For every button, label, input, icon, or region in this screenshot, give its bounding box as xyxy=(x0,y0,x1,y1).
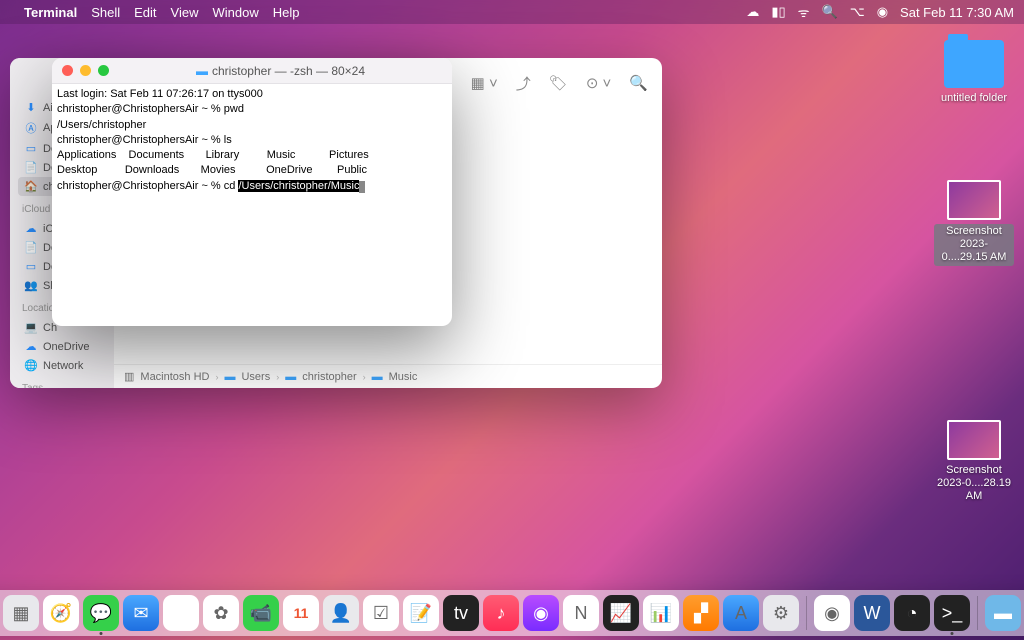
dock-app-reminders[interactable]: ☑ xyxy=(363,595,399,631)
terminal-line: Applications Documents Library Music Pic… xyxy=(57,149,369,161)
dock-app-folder[interactable]: ▬ xyxy=(985,595,1021,631)
desktop-screenshot-1-label: Screenshot 2023-0....29.15 AM xyxy=(934,224,1014,266)
onedrive-status-icon[interactable]: ☁ xyxy=(746,4,759,20)
menu-edit[interactable]: Edit xyxy=(134,5,156,20)
dock-app-photos[interactable]: ✿ xyxy=(203,595,239,631)
dock-app-terminal[interactable]: >_ xyxy=(934,595,970,631)
view-mode-icon[interactable]: ▦ ˅ xyxy=(471,74,498,92)
dock-app-appstore[interactable]: A xyxy=(723,595,759,631)
dock-app-news[interactable]: N xyxy=(563,595,599,631)
folder-icon xyxy=(944,40,1004,88)
dock-app-steam[interactable]: ◔ xyxy=(894,595,930,631)
terminal-prompt: christopher@ChristophersAir ~ % cd xyxy=(57,180,238,192)
dock-app-facetime[interactable]: 📹 xyxy=(243,595,279,631)
menu-bar: Terminal Shell Edit View Window Help ☁ ▮… xyxy=(0,0,1024,24)
menu-view[interactable]: View xyxy=(171,5,199,20)
minimize-button[interactable] xyxy=(80,65,91,76)
dock-app-safari[interactable]: 🧭 xyxy=(43,595,79,631)
dock-app-launchpad[interactable]: ▦ xyxy=(3,595,39,631)
terminal-line: christopher@ChristophersAir ~ % pwd xyxy=(57,103,244,115)
dock-app-mail[interactable]: ✉ xyxy=(123,595,159,631)
wifi-icon[interactable]: ᯤ xyxy=(798,3,810,21)
menu-help[interactable]: Help xyxy=(273,5,300,20)
close-button[interactable] xyxy=(62,65,73,76)
desktop-screenshot-2-label: Screenshot 2023-0....28.19 AM xyxy=(934,464,1014,504)
dock-app-word[interactable]: W xyxy=(854,595,890,631)
control-center-icon[interactable]: ⌥ xyxy=(850,4,865,20)
finder-pathbar: ▥ Macintosh HD › ▬ Users › ▬ christopher… xyxy=(114,364,662,388)
chevron-right-icon: › xyxy=(276,372,279,382)
dock-app-messages[interactable]: 💬 xyxy=(83,595,119,631)
chevron-right-icon: › xyxy=(215,372,218,382)
dock: ☺▦🧭💬✉🗺✿📹11👤☑📝tv♪◉N📈📊▞A⚙◉W◔>_▬🗑 xyxy=(0,590,1024,636)
sidebar-section-tags: Tags xyxy=(22,383,106,388)
actions-icon[interactable]: ⊙ ˅ xyxy=(586,74,612,92)
terminal-line: christopher@ChristophersAir ~ % ls xyxy=(57,134,232,146)
path-segment[interactable]: christopher xyxy=(302,371,356,383)
terminal-body[interactable]: Last login: Sat Feb 11 07:26:17 on ttys0… xyxy=(52,84,452,326)
folder-icon: ▬ xyxy=(196,64,208,78)
path-segment[interactable]: Music xyxy=(389,371,418,383)
terminal-line: Desktop Downloads Movies OneDrive Public xyxy=(57,164,367,176)
desktop-folder-label: untitled folder xyxy=(934,92,1014,105)
share-icon[interactable]: ⤴ xyxy=(516,73,531,94)
dock-app-tv[interactable]: tv xyxy=(443,595,479,631)
menu-window[interactable]: Window xyxy=(213,5,259,20)
path-segment[interactable]: Macintosh HD xyxy=(140,371,209,383)
screenshot-thumb-icon xyxy=(947,420,1001,460)
terminal-line: /Users/christopher xyxy=(57,119,146,131)
desktop-screenshot-1[interactable]: Screenshot 2023-0....29.15 AM xyxy=(934,180,1014,266)
terminal-title: ▬ christopher — -zsh — 80×24 xyxy=(119,64,442,78)
folder-icon: ▬ xyxy=(372,371,383,383)
path-segment[interactable]: Users xyxy=(241,371,270,383)
dock-app-keynote[interactable]: ▞ xyxy=(683,595,719,631)
menu-clock[interactable]: Sat Feb 11 7:30 AM xyxy=(900,5,1014,20)
dock-app-chrome[interactable]: ◉ xyxy=(814,595,850,631)
sidebar-item[interactable]: 🌐Network xyxy=(18,356,106,375)
menu-shell[interactable]: Shell xyxy=(91,5,120,20)
screenshot-thumb-icon xyxy=(947,180,1001,220)
terminal-cursor xyxy=(359,181,365,193)
siri-icon[interactable]: ◉ xyxy=(877,4,888,20)
app-menu[interactable]: Terminal xyxy=(24,5,77,20)
terminal-line: Last login: Sat Feb 11 07:26:17 on ttys0… xyxy=(57,88,263,100)
desktop-folder[interactable]: untitled folder xyxy=(934,40,1014,105)
sidebar-item[interactable]: ☁OneDrive xyxy=(18,337,106,356)
folder-icon: ▬ xyxy=(285,371,296,383)
search-icon[interactable]: 🔍 xyxy=(629,74,648,92)
desktop-screenshot-2[interactable]: Screenshot 2023-0....28.19 AM xyxy=(934,420,1014,504)
dock-app-contacts[interactable]: 👤 xyxy=(323,595,359,631)
folder-icon: ▬ xyxy=(224,371,235,383)
battery-icon[interactable]: ▮▯ xyxy=(771,4,785,20)
dock-app-numbers[interactable]: 📊 xyxy=(643,595,679,631)
terminal-titlebar[interactable]: ▬ christopher — -zsh — 80×24 xyxy=(52,58,452,84)
chevron-right-icon: › xyxy=(363,372,366,382)
dock-app-maps[interactable]: 🗺 xyxy=(163,595,199,631)
dock-app-settings[interactable]: ⚙ xyxy=(763,595,799,631)
dock-app-notes[interactable]: 📝 xyxy=(403,595,439,631)
dock-app-stocks[interactable]: 📈 xyxy=(603,595,639,631)
terminal-window[interactable]: ▬ christopher — -zsh — 80×24 Last login:… xyxy=(52,58,452,326)
dock-app-calendar[interactable]: 11 xyxy=(283,595,319,631)
dock-app-podcasts[interactable]: ◉ xyxy=(523,595,559,631)
spotlight-icon[interactable]: 🔍 xyxy=(822,4,838,20)
tag-icon[interactable]: 🏷 xyxy=(549,74,568,92)
zoom-button[interactable] xyxy=(98,65,109,76)
dock-app-music[interactable]: ♪ xyxy=(483,595,519,631)
hdd-icon: ▥ xyxy=(124,370,134,383)
terminal-highlighted-path: /Users/christopher/Music xyxy=(238,180,359,192)
